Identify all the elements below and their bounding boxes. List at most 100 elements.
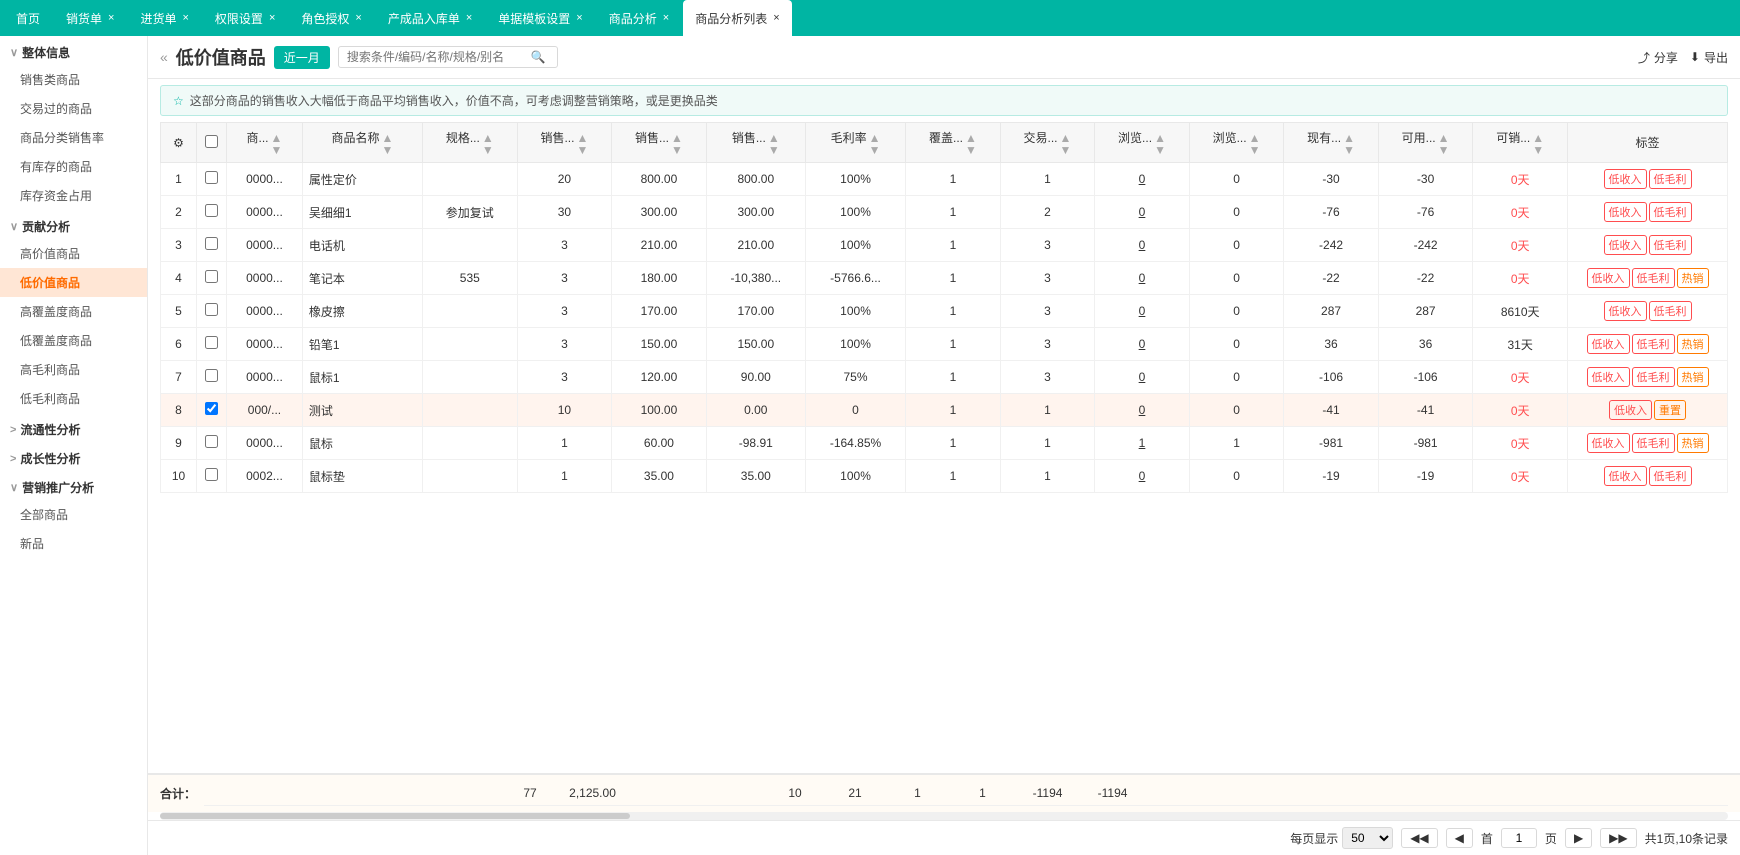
nav-item-analysis[interactable]: 商品分析 × <box>597 0 681 36</box>
prev-page-button[interactable]: ◀ <box>1446 828 1473 848</box>
close-icon-sales[interactable]: × <box>108 12 114 24</box>
view1-link[interactable]: 0 <box>1139 172 1146 186</box>
search-input[interactable] <box>347 50 527 64</box>
cell-checkbox[interactable] <box>197 262 227 295</box>
share-button[interactable]: ⤴ 分享 <box>1638 49 1678 66</box>
select-all-checkbox[interactable] <box>205 135 218 148</box>
th-code[interactable]: 商...▲▼ <box>227 123 303 163</box>
sidebar-item-all-products[interactable]: 全部商品 <box>0 500 147 529</box>
close-icon-analysis[interactable]: × <box>663 12 669 24</box>
sidebar-item-high-value[interactable]: 高价值商品 <box>0 239 147 268</box>
cell-checkbox[interactable] <box>197 196 227 229</box>
view1-link[interactable]: 0 <box>1139 271 1146 285</box>
sidebar-item-sales-category[interactable]: 销售类商品 <box>0 65 147 94</box>
row-checkbox[interactable] <box>205 369 218 382</box>
th-sale-amount[interactable]: 销售...▲▼ <box>706 123 805 163</box>
cell-view1[interactable]: 0 <box>1095 394 1190 427</box>
table-wrapper[interactable]: ⚙ 商...▲▼ 商品名称▲▼ 规格...▲▼ 销售...▲▼ 销售...▲▼ … <box>160 122 1728 773</box>
th-checkbox[interactable] <box>197 123 227 163</box>
th-coverage[interactable]: 覆盖...▲▼ <box>906 123 1001 163</box>
cell-view1[interactable]: 0 <box>1095 361 1190 394</box>
view1-link[interactable]: 0 <box>1139 205 1146 219</box>
sidebar-item-stock-capital[interactable]: 库存资金占用 <box>0 181 147 210</box>
sidebar-group-title-marketing[interactable]: ∨ 营销推广分析 <box>0 471 147 500</box>
sidebar-item-traded[interactable]: 交易过的商品 <box>0 94 147 123</box>
th-settings[interactable]: ⚙ <box>161 123 197 163</box>
cell-view1[interactable]: 1 <box>1095 427 1190 460</box>
sidebar-group-title-overall[interactable]: ∨ 整体信息 <box>0 36 147 65</box>
nav-item-purchase[interactable]: 进货单 × <box>128 0 200 36</box>
close-icon-permission[interactable]: × <box>269 12 275 24</box>
view1-link[interactable]: 0 <box>1139 337 1146 351</box>
row-checkbox[interactable] <box>205 468 218 481</box>
nav-item-home[interactable]: 首页 <box>4 0 52 36</box>
cell-checkbox[interactable] <box>197 163 227 196</box>
sidebar-item-low-coverage[interactable]: 低覆盖度商品 <box>0 326 147 355</box>
nav-item-template[interactable]: 单据模板设置 × <box>486 0 594 36</box>
view1-link[interactable]: 0 <box>1139 370 1146 384</box>
cell-view1[interactable]: 0 <box>1095 229 1190 262</box>
th-sale-price[interactable]: 销售...▲▼ <box>612 123 707 163</box>
sidebar-group-title-contribution[interactable]: ∨ 贡献分析 <box>0 210 147 239</box>
cell-checkbox[interactable] <box>197 229 227 262</box>
th-spec[interactable]: 规格...▲▼ <box>422 123 517 163</box>
export-button[interactable]: ⬇ 导出 <box>1690 49 1728 66</box>
sidebar-item-high-margin[interactable]: 高毛利商品 <box>0 355 147 384</box>
scrollbar-thumb[interactable] <box>160 813 630 819</box>
th-view2[interactable]: 浏览...▲▼ <box>1189 123 1284 163</box>
close-icon-purchase[interactable]: × <box>182 12 188 24</box>
sidebar-group-title-liquidity[interactable]: > 流通性分析 <box>0 413 147 442</box>
th-name[interactable]: 商品名称▲▼ <box>302 123 422 163</box>
th-current[interactable]: 现有...▲▼ <box>1284 123 1379 163</box>
row-checkbox[interactable] <box>205 204 218 217</box>
th-trade[interactable]: 交易...▲▼ <box>1000 123 1095 163</box>
th-available[interactable]: 可用...▲▼ <box>1378 123 1473 163</box>
close-icon-analysis-list[interactable]: × <box>773 12 779 24</box>
cell-checkbox[interactable] <box>197 427 227 460</box>
sidebar-item-new-products[interactable]: 新品 <box>0 529 147 558</box>
th-view1[interactable]: 浏览...▲▼ <box>1095 123 1190 163</box>
nav-item-inventory[interactable]: 产成品入库单 × <box>376 0 484 36</box>
nav-item-analysis-list[interactable]: 商品分析列表 × <box>683 0 791 36</box>
nav-item-sales[interactable]: 销货单 × <box>54 0 126 36</box>
row-checkbox[interactable] <box>205 435 218 448</box>
cell-checkbox[interactable] <box>197 361 227 394</box>
page-number-input[interactable] <box>1501 828 1537 848</box>
close-icon-template[interactable]: × <box>576 12 582 24</box>
search-box[interactable]: 🔍 <box>338 46 558 68</box>
cell-checkbox[interactable] <box>197 394 227 427</box>
view1-link[interactable]: 0 <box>1139 238 1146 252</box>
cell-checkbox[interactable] <box>197 460 227 493</box>
sidebar-item-high-coverage[interactable]: 高覆盖度商品 <box>0 297 147 326</box>
view1-link[interactable]: 0 <box>1139 403 1146 417</box>
row-checkbox[interactable] <box>205 237 218 250</box>
cell-view1[interactable]: 0 <box>1095 460 1190 493</box>
first-page-button[interactable]: ◀◀ <box>1401 828 1437 848</box>
cell-checkbox[interactable] <box>197 295 227 328</box>
cell-view1[interactable]: 0 <box>1095 328 1190 361</box>
cell-view1[interactable]: 0 <box>1095 196 1190 229</box>
th-saleable[interactable]: 可销...▲▼ <box>1473 123 1568 163</box>
th-tags[interactable]: 标签 <box>1568 123 1728 163</box>
view1-link[interactable]: 0 <box>1139 304 1146 318</box>
cell-view1[interactable]: 0 <box>1095 295 1190 328</box>
row-checkbox[interactable] <box>205 402 218 415</box>
page-size-select[interactable]: 50 100 200 <box>1342 827 1393 849</box>
row-checkbox[interactable] <box>205 171 218 184</box>
sidebar-item-in-stock[interactable]: 有库存的商品 <box>0 152 147 181</box>
sidebar-group-title-growth[interactable]: > 成长性分析 <box>0 442 147 471</box>
cell-checkbox[interactable] <box>197 328 227 361</box>
nav-item-permission[interactable]: 权限设置 × <box>203 0 287 36</box>
sidebar-item-low-margin[interactable]: 低毛利商品 <box>0 384 147 413</box>
th-margin[interactable]: 毛利率▲▼ <box>805 123 905 163</box>
view1-link[interactable]: 0 <box>1139 469 1146 483</box>
row-checkbox[interactable] <box>205 303 218 316</box>
search-icon[interactable]: 🔍 <box>531 50 546 64</box>
view1-link[interactable]: 1 <box>1139 436 1146 450</box>
cell-view1[interactable]: 0 <box>1095 262 1190 295</box>
sidebar-item-low-value[interactable]: 低价值商品 <box>0 268 147 297</box>
next-page-button[interactable]: ▶ <box>1565 828 1592 848</box>
sidebar-collapse-button[interactable]: « <box>160 49 168 65</box>
time-filter-button[interactable]: 近一月 <box>274 46 330 69</box>
close-icon-role[interactable]: × <box>355 12 361 24</box>
